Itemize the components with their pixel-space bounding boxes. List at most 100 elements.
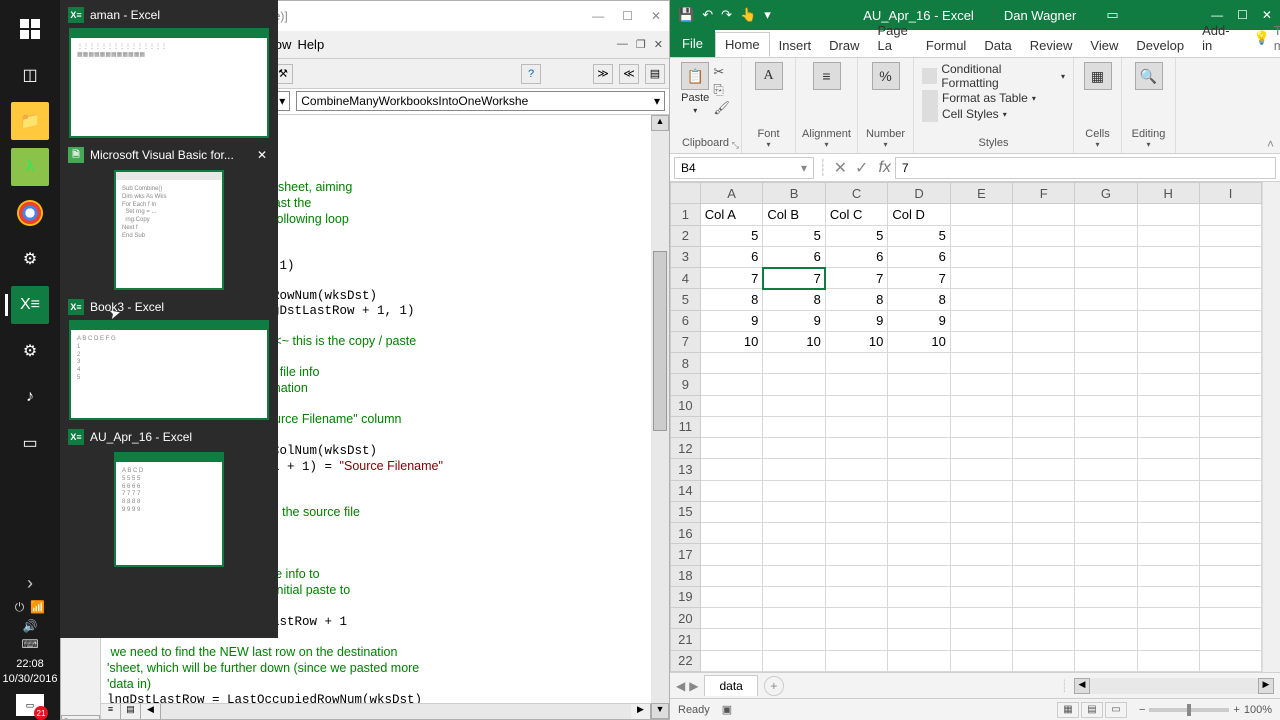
cell[interactable] — [825, 480, 888, 501]
help-button[interactable]: ? — [521, 64, 541, 84]
gear-button[interactable]: ⚙ — [11, 332, 49, 370]
row-header[interactable]: 1 — [671, 204, 701, 225]
cell[interactable]: 8 — [700, 289, 763, 310]
cell[interactable] — [950, 544, 1012, 565]
cell[interactable] — [950, 608, 1012, 629]
file-explorer-button[interactable]: 📁 — [11, 102, 49, 140]
cell[interactable] — [1199, 523, 1261, 544]
cell[interactable] — [700, 608, 763, 629]
tab-review[interactable]: Review — [1021, 34, 1082, 57]
column-header[interactable]: I — [1199, 183, 1261, 204]
cell[interactable]: 10 — [825, 331, 888, 352]
hscroll-right-icon[interactable]: ▶ — [1258, 678, 1274, 694]
zoom-in-button[interactable]: + — [1233, 704, 1239, 716]
cell[interactable] — [1013, 416, 1075, 437]
cell[interactable]: 5 — [825, 225, 888, 246]
thumbnail[interactable]: ⋮⋮⋮⋮⋮⋮⋮⋮⋮⋮⋮⋮⋮⋮⋮▦▦▦▦▦▦▦▦▦▦▦▦ — [69, 28, 269, 138]
cell[interactable] — [763, 459, 826, 480]
fx-icon[interactable]: fx — [874, 159, 894, 177]
cell[interactable] — [888, 586, 951, 607]
cell[interactable] — [888, 374, 951, 395]
cell[interactable]: 8 — [888, 289, 951, 310]
cell[interactable] — [950, 438, 1012, 459]
cell[interactable] — [825, 565, 888, 586]
column-header[interactable]: D — [888, 183, 951, 204]
cell[interactable] — [1199, 544, 1261, 565]
wifi-icon[interactable]: 📶 — [30, 600, 45, 615]
cell[interactable] — [1013, 629, 1075, 650]
cell[interactable] — [1013, 225, 1075, 246]
cell[interactable] — [1013, 353, 1075, 374]
cell[interactable] — [763, 501, 826, 522]
cell[interactable] — [950, 459, 1012, 480]
cell[interactable] — [1199, 353, 1261, 374]
ribbon-tabs[interactable]: File Home Insert Draw Page La Formul Dat… — [670, 30, 1280, 58]
collapse-ribbon-icon[interactable]: ˄ — [1267, 137, 1274, 151]
view-pagebreak-button[interactable]: ▭ — [1105, 702, 1127, 718]
cell[interactable] — [1013, 331, 1075, 352]
vscroll[interactable]: ▲ ▼ — [651, 115, 669, 719]
paste-button[interactable]: 📋Paste▾ — [681, 62, 709, 116]
prop-row[interactable]: Scro — [61, 715, 100, 719]
cell[interactable] — [1199, 225, 1261, 246]
cell[interactable] — [950, 374, 1012, 395]
cell[interactable] — [825, 544, 888, 565]
column-header[interactable]: A — [700, 183, 763, 204]
cell[interactable] — [700, 501, 763, 522]
enter-button[interactable]: ✓ — [855, 158, 868, 178]
vba-menu-item[interactable]: Help — [295, 34, 326, 55]
hscroll-left[interactable]: ◀ — [141, 704, 161, 719]
cell[interactable] — [888, 416, 951, 437]
cell[interactable] — [700, 629, 763, 650]
chevron-down-icon[interactable]: ▾ — [801, 161, 807, 175]
cell[interactable] — [700, 374, 763, 395]
account-icon[interactable]: ▭ — [1106, 7, 1118, 23]
hscroll-left-icon[interactable]: ◀ — [1074, 678, 1090, 694]
cell[interactable] — [950, 331, 1012, 352]
cell[interactable] — [700, 438, 763, 459]
cell[interactable]: 9 — [888, 310, 951, 331]
cancel-button[interactable]: ✕ — [834, 158, 847, 178]
column-header[interactable]: B — [763, 183, 826, 204]
spreadsheet-grid[interactable]: ABCDEFGHI1Col ACol BCol CCol D2555536666… — [670, 182, 1280, 672]
cell[interactable] — [888, 650, 951, 672]
expand-icon[interactable]: › — [0, 568, 60, 598]
tab-developer[interactable]: Develop — [1127, 34, 1193, 57]
cell[interactable] — [1137, 395, 1199, 416]
row-header[interactable]: 21 — [671, 629, 701, 650]
view-full-button[interactable]: ≡ — [101, 704, 121, 719]
cell[interactable] — [1199, 331, 1261, 352]
cell[interactable]: Col A — [700, 204, 763, 225]
switcher-item[interactable]: X≡AU_Apr_16 - Excel A B C D5 5 5 56 6 6 … — [64, 426, 274, 567]
cell[interactable] — [1199, 310, 1261, 331]
volume-icon[interactable]: 🔊 — [23, 619, 38, 633]
cell[interactable] — [825, 353, 888, 374]
cell[interactable] — [1137, 268, 1199, 289]
cell[interactable] — [1137, 416, 1199, 437]
cell[interactable] — [1075, 225, 1137, 246]
cell[interactable] — [1075, 586, 1137, 607]
cell[interactable] — [700, 544, 763, 565]
cell[interactable]: 7 — [700, 268, 763, 289]
cell[interactable] — [1075, 438, 1137, 459]
column-header[interactable]: F — [1013, 183, 1075, 204]
touch-button[interactable]: 👆 — [740, 7, 756, 23]
cell[interactable]: 9 — [763, 310, 826, 331]
cell[interactable] — [1013, 650, 1075, 672]
cell[interactable] — [888, 629, 951, 650]
row-header[interactable]: 8 — [671, 353, 701, 374]
start-button[interactable] — [11, 10, 49, 48]
cell[interactable] — [1137, 225, 1199, 246]
cell[interactable] — [825, 629, 888, 650]
tab-view[interactable]: View — [1081, 34, 1127, 57]
cell[interactable] — [950, 416, 1012, 437]
cell[interactable]: 9 — [825, 310, 888, 331]
tab-formulas[interactable]: Formul — [917, 34, 975, 57]
cell[interactable] — [1199, 608, 1261, 629]
cell[interactable] — [1075, 395, 1137, 416]
row-header[interactable]: 18 — [671, 565, 701, 586]
cell[interactable] — [1199, 204, 1261, 225]
cell[interactable] — [763, 544, 826, 565]
cell[interactable] — [1075, 246, 1137, 267]
cell[interactable] — [1137, 374, 1199, 395]
